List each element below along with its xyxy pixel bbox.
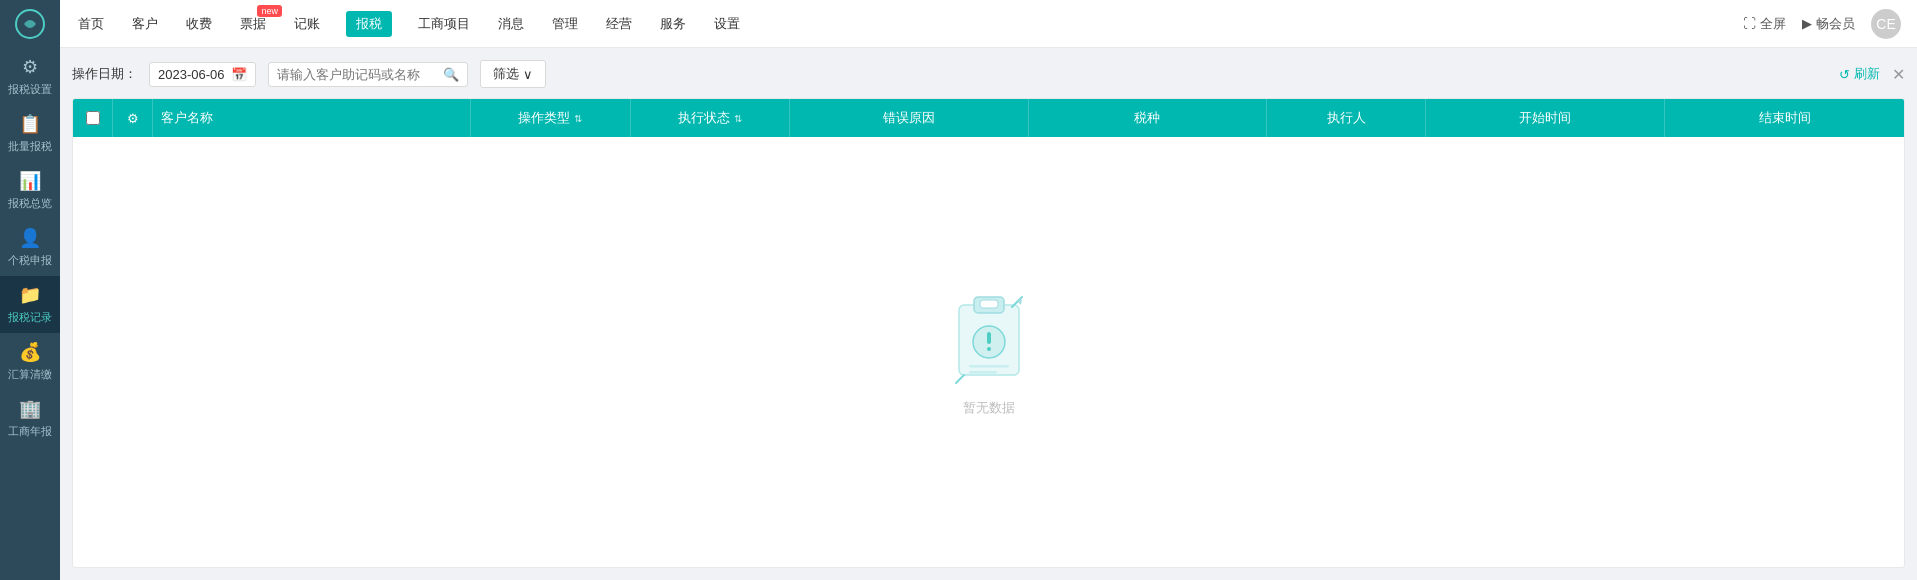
th-operation-type[interactable]: 操作类型 ⇅ — [471, 99, 630, 137]
date-input[interactable]: 2023-06-06 📅 — [149, 62, 256, 87]
start-time-label: 开始时间 — [1519, 109, 1571, 127]
calendar-icon: 📅 — [231, 67, 247, 82]
sidebar-item-label: 工商年报 — [8, 424, 52, 439]
topnav-right: ⛶ 全屏 ▶ 畅会员 CE — [1743, 9, 1901, 39]
member-label: 畅会员 — [1816, 15, 1855, 33]
nav-piaoju[interactable]: 票据 new — [238, 11, 268, 37]
sidebar-item-geshuishenbao[interactable]: 👤 个税申报 — [0, 219, 60, 276]
error-reason-label: 错误原因 — [883, 109, 935, 127]
overview-icon: 📊 — [19, 170, 41, 192]
refresh-icon: ↺ — [1839, 67, 1850, 82]
sidebar-item-label: 个税申报 — [8, 253, 52, 268]
th-end-time: 结束时间 — [1665, 99, 1904, 137]
tax-type-label: 税种 — [1134, 109, 1160, 127]
logo — [0, 0, 60, 48]
person-icon: 👤 — [19, 227, 41, 249]
toolbar: 操作日期： 2023-06-06 📅 🔍 筛选 ∨ ↺ 刷新 ✕ — [72, 60, 1905, 88]
empty-illustration — [944, 287, 1034, 387]
date-value: 2023-06-06 — [158, 67, 225, 82]
th-checkbox[interactable] — [73, 99, 113, 137]
fullscreen-icon: ⛶ — [1743, 16, 1756, 31]
svg-rect-9 — [969, 365, 1009, 368]
executor-label: 执行人 — [1327, 109, 1366, 127]
sidebar-item-huisuan-jiaona[interactable]: 💰 汇算清缴 — [0, 333, 60, 390]
table-container: ⚙ 客户名称 操作类型 ⇅ 执行状态 ⇅ 错误原因 税种 — [72, 98, 1905, 568]
table-header: ⚙ 客户名称 操作类型 ⇅ 执行状态 ⇅ 错误原因 税种 — [73, 99, 1904, 137]
settings-icon: ⚙ — [22, 56, 38, 78]
batch-icon: 📋 — [19, 113, 41, 135]
sort-icon: ⇅ — [574, 113, 582, 124]
search-icon: 🔍 — [443, 67, 459, 82]
empty-text: 暂无数据 — [963, 399, 1015, 417]
sidebar-item-baoshui-shezhi[interactable]: ⚙ 报税设置 — [0, 48, 60, 105]
th-settings: ⚙ — [113, 99, 153, 137]
nav-guanli[interactable]: 管理 — [550, 11, 580, 37]
sidebar-item-gongshang-nianbao[interactable]: 🏢 工商年报 — [0, 390, 60, 447]
record-icon: 📁 — [19, 284, 41, 306]
sidebar: ⚙ 报税设置 📋 批量报税 📊 报税总览 👤 个税申报 📁 报税记录 💰 汇算清… — [0, 0, 60, 580]
exec-status-label: 执行状态 — [678, 109, 730, 127]
user-avatar[interactable]: CE — [1871, 9, 1901, 39]
th-error-reason: 错误原因 — [790, 99, 1029, 137]
filter-label: 筛选 — [493, 65, 519, 83]
date-label: 操作日期： — [72, 65, 137, 83]
fullscreen-button[interactable]: ⛶ 全屏 — [1743, 15, 1786, 33]
th-customer-name: 客户名称 — [153, 99, 471, 137]
sidebar-item-label: 报税总览 — [8, 196, 52, 211]
nav-shezhi[interactable]: 设置 — [712, 11, 742, 37]
toolbar-right: ↺ 刷新 ✕ — [1839, 65, 1905, 84]
sidebar-item-label: 报税设置 — [8, 82, 52, 97]
content-area: 操作日期： 2023-06-06 📅 🔍 筛选 ∨ ↺ 刷新 ✕ — [60, 48, 1917, 580]
chevron-down-icon: ∨ — [523, 67, 533, 82]
refresh-label: 刷新 — [1854, 65, 1880, 83]
th-executor: 执行人 — [1267, 99, 1426, 137]
payment-icon: 💰 — [19, 341, 41, 363]
nav-baoshui[interactable]: 报税 — [346, 11, 392, 37]
member-icon: ▶ — [1802, 16, 1812, 31]
settings-col-icon: ⚙ — [127, 111, 139, 126]
customer-name-label: 客户名称 — [161, 109, 213, 127]
table-body: 暂无数据 — [73, 137, 1904, 567]
svg-rect-10 — [969, 371, 997, 374]
nav-xiaoxi[interactable]: 消息 — [496, 11, 526, 37]
sidebar-item-piliang-baoshui[interactable]: 📋 批量报税 — [0, 105, 60, 162]
search-input[interactable] — [277, 67, 437, 82]
search-box[interactable]: 🔍 — [268, 62, 468, 87]
svg-rect-3 — [980, 300, 998, 308]
member-button[interactable]: ▶ 畅会员 — [1802, 15, 1855, 33]
fullscreen-label: 全屏 — [1760, 15, 1786, 33]
th-start-time: 开始时间 — [1426, 99, 1665, 137]
nav-home[interactable]: 首页 — [76, 11, 106, 37]
main-area: 首页 客户 收费 票据 new 记账 报税 工商项目 消息 管理 经营 服务 设… — [60, 0, 1917, 580]
empty-state: 暂无数据 — [944, 287, 1034, 417]
nav-jingying[interactable]: 经营 — [604, 11, 634, 37]
nav-jizhang[interactable]: 记账 — [292, 11, 322, 37]
new-badge: new — [257, 5, 282, 17]
nav-fuwu[interactable]: 服务 — [658, 11, 688, 37]
nav-shoufei[interactable]: 收费 — [184, 11, 214, 37]
th-tax-type: 税种 — [1029, 99, 1268, 137]
sidebar-item-label: 批量报税 — [8, 139, 52, 154]
top-nav: 首页 客户 收费 票据 new 记账 报税 工商项目 消息 管理 经营 服务 设… — [60, 0, 1917, 48]
annual-icon: 🏢 — [19, 398, 41, 420]
close-button[interactable]: ✕ — [1892, 65, 1905, 84]
refresh-button[interactable]: ↺ 刷新 — [1839, 65, 1880, 83]
select-all-checkbox[interactable] — [86, 111, 100, 125]
nav-gongshang[interactable]: 工商项目 — [416, 11, 472, 37]
sidebar-item-label: 汇算清缴 — [8, 367, 52, 382]
svg-line-11 — [956, 375, 964, 383]
th-exec-status[interactable]: 执行状态 ⇅ — [631, 99, 790, 137]
sidebar-item-baoshui-zongjie[interactable]: 📊 报税总览 — [0, 162, 60, 219]
sidebar-item-label: 报税记录 — [8, 310, 52, 325]
nav-customer[interactable]: 客户 — [130, 11, 160, 37]
filter-button[interactable]: 筛选 ∨ — [480, 60, 546, 88]
end-time-label: 结束时间 — [1759, 109, 1811, 127]
svg-rect-6 — [987, 347, 991, 351]
sidebar-item-baoshui-jilu[interactable]: 📁 报税记录 — [0, 276, 60, 333]
svg-rect-5 — [987, 332, 991, 344]
sort-icon: ⇅ — [734, 113, 742, 124]
operation-type-label: 操作类型 — [518, 109, 570, 127]
